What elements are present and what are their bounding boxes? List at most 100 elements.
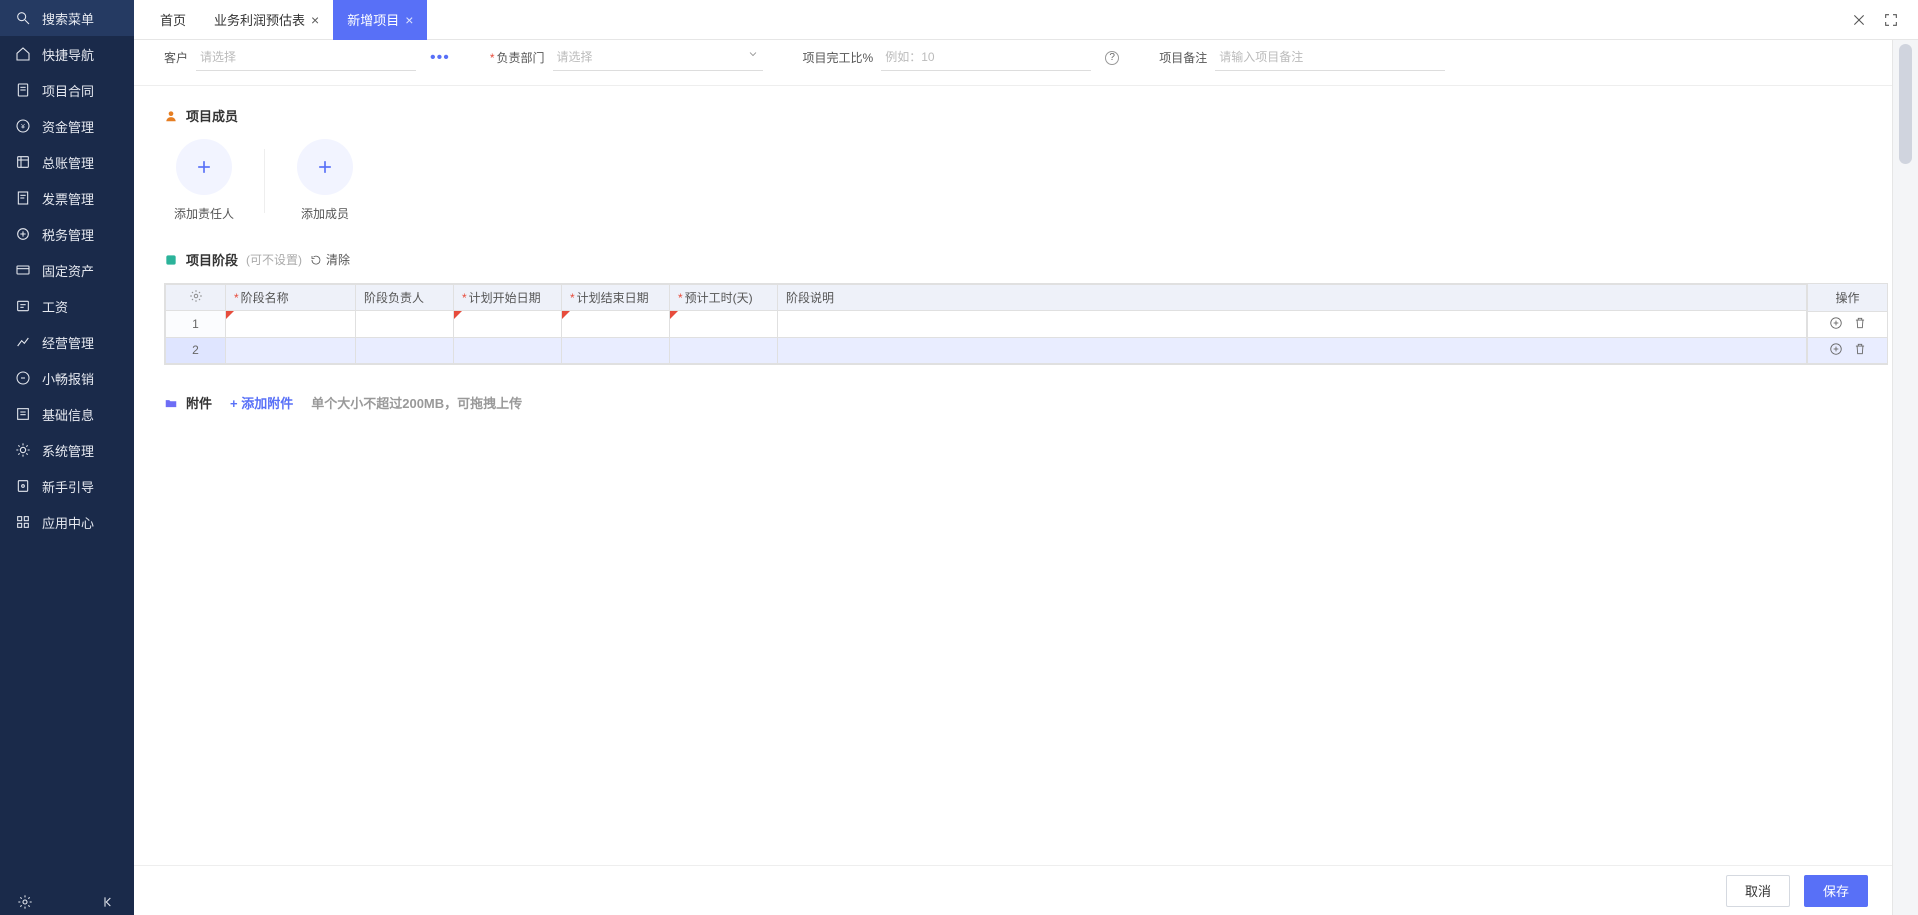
sidebar-item-guide[interactable]: 新手引导	[0, 468, 134, 504]
sidebar-item-operate[interactable]: 经营管理	[0, 324, 134, 360]
settings-button[interactable]	[14, 891, 36, 913]
tab-home[interactable]: 首页	[146, 0, 200, 40]
add-attachment-button[interactable]: + 添加附件	[230, 393, 293, 412]
op-column: 操作	[1807, 284, 1887, 364]
col-days: *预计工时(天)	[670, 285, 778, 311]
section-head-members: 项目成员	[164, 106, 1888, 125]
cell-name[interactable]	[226, 311, 356, 338]
cell-person[interactable]	[356, 311, 454, 338]
member-cards: 添加责任人 添加成员	[164, 139, 1888, 222]
sidebar-item-basic[interactable]: 基础信息	[0, 396, 134, 432]
sidebar-item-quicknav[interactable]: 快捷导航	[0, 36, 134, 72]
sidebar-label: 项目合同	[42, 81, 94, 100]
sidebar: 搜索菜单 快捷导航 项目合同 ¥ 资金管理 总账管理 发票管理 税务管理 固定资	[0, 0, 134, 915]
cell-desc[interactable]	[778, 337, 1807, 364]
field-complete: 项目完工比% ?	[803, 44, 1120, 71]
sidebar-item-xiaochang[interactable]: 小畅报销	[0, 360, 134, 396]
section-attach: 附件 + 添加附件 单个大小不超过200MB，可拖拽上传	[164, 393, 1888, 412]
delete-row-icon[interactable]	[1853, 342, 1867, 359]
attachment-hint: 单个大小不超过200MB，可拖拽上传	[311, 393, 522, 412]
sidebar-label: 新手引导	[42, 477, 94, 496]
op-header: 操作	[1808, 284, 1887, 312]
tab-close-icon[interactable]: ×	[405, 12, 413, 28]
sys-icon	[14, 441, 32, 459]
svg-text:¥: ¥	[21, 124, 25, 131]
more-icon[interactable]: •••	[430, 49, 450, 67]
invoice-icon	[14, 189, 32, 207]
sidebar-item-apps[interactable]: 应用中心	[0, 504, 134, 540]
cell-days[interactable]	[670, 337, 778, 364]
sidebar-footer	[0, 883, 134, 915]
add-member-button[interactable]	[297, 139, 353, 195]
content: 项目成员 添加责任人 添加成员	[134, 86, 1918, 915]
input-dept[interactable]	[553, 44, 763, 71]
close-panel-icon[interactable]	[1850, 11, 1868, 29]
tab-new-project[interactable]: 新增项目×	[333, 0, 427, 40]
section-phases: 项目阶段 (可不设置) 清除 *阶段名称 阶段负责人	[164, 250, 1888, 365]
sidebar-item-invoice[interactable]: 发票管理	[0, 180, 134, 216]
col-settings[interactable]	[166, 285, 226, 311]
add-member-card: 添加成员	[285, 139, 365, 222]
sidebar-item-salary[interactable]: 工资	[0, 288, 134, 324]
cell-desc[interactable]	[778, 311, 1807, 338]
scrollbar-thumb[interactable]	[1899, 44, 1912, 164]
sidebar-item-sys[interactable]: 系统管理	[0, 432, 134, 468]
sidebar-label: 小畅报销	[42, 369, 94, 388]
tab-profit[interactable]: 业务利润预估表×	[200, 0, 333, 40]
cancel-button[interactable]: 取消	[1726, 875, 1790, 907]
table-row[interactable]: 2	[166, 337, 1807, 364]
add-row-icon[interactable]	[1829, 342, 1843, 359]
sidebar-item-asset[interactable]: 固定资产	[0, 252, 134, 288]
sidebar-label: 资金管理	[42, 117, 94, 136]
save-button[interactable]: 保存	[1804, 875, 1868, 907]
section-head-phases: 项目阶段 (可不设置) 清除	[164, 250, 1888, 269]
chevron-down-icon[interactable]	[747, 48, 759, 63]
cell-end[interactable]	[562, 337, 670, 364]
add-row-icon[interactable]	[1829, 316, 1843, 333]
sidebar-item-tax[interactable]: 税务管理	[0, 216, 134, 252]
cell-days[interactable]	[670, 311, 778, 338]
apps-icon	[14, 513, 32, 531]
footer-bar: 取消 保存	[134, 865, 1892, 915]
cell-name[interactable]	[226, 337, 356, 364]
input-complete[interactable]	[881, 44, 1091, 71]
sidebar-item-gl[interactable]: 总账管理	[0, 144, 134, 180]
scrollbar[interactable]	[1892, 40, 1918, 915]
col-start: *计划开始日期	[454, 285, 562, 311]
expense-icon	[14, 369, 32, 387]
guide-icon	[14, 477, 32, 495]
table-row[interactable]: 1	[166, 311, 1807, 338]
phases-icon	[164, 253, 178, 267]
cell-person[interactable]	[356, 337, 454, 364]
input-customer[interactable]	[196, 44, 416, 71]
row-index: 1	[166, 311, 226, 338]
section-head-attach: 附件 + 添加附件 单个大小不超过200MB，可拖拽上传	[164, 393, 1888, 412]
main: 首页 业务利润预估表× 新增项目× 客户 ••• *负责部门 项目完工	[134, 0, 1918, 915]
sidebar-label: 系统管理	[42, 441, 94, 460]
sidebar-item-search[interactable]: 搜索菜单	[0, 0, 134, 36]
help-icon[interactable]: ?	[1105, 51, 1119, 65]
col-end: *计划结束日期	[562, 285, 670, 311]
fund-icon: ¥	[14, 117, 32, 135]
tab-close-icon[interactable]: ×	[311, 12, 319, 28]
input-remark[interactable]	[1215, 44, 1445, 71]
op-cell	[1808, 338, 1887, 364]
field-customer: 客户 •••	[164, 44, 450, 71]
col-desc: 阶段说明	[778, 285, 1807, 311]
delete-row-icon[interactable]	[1853, 316, 1867, 333]
collapse-sidebar-button[interactable]	[98, 891, 120, 913]
add-owner-button[interactable]	[176, 139, 232, 195]
cell-start[interactable]	[454, 337, 562, 364]
tab-label: 首页	[160, 10, 186, 29]
label-customer: 客户	[164, 49, 188, 66]
cell-start[interactable]	[454, 311, 562, 338]
tabbar: 首页 业务利润预估表× 新增项目×	[134, 0, 1918, 40]
fullscreen-icon[interactable]	[1882, 11, 1900, 29]
col-name: *阶段名称	[226, 285, 356, 311]
app-root: 搜索菜单 快捷导航 项目合同 ¥ 资金管理 总账管理 发票管理 税务管理 固定资	[0, 0, 1918, 915]
sidebar-item-fund[interactable]: ¥ 资金管理	[0, 108, 134, 144]
sidebar-item-contract[interactable]: 项目合同	[0, 72, 134, 108]
cell-end[interactable]	[562, 311, 670, 338]
home-icon	[14, 45, 32, 63]
clear-phases-button[interactable]: 清除	[310, 251, 350, 268]
